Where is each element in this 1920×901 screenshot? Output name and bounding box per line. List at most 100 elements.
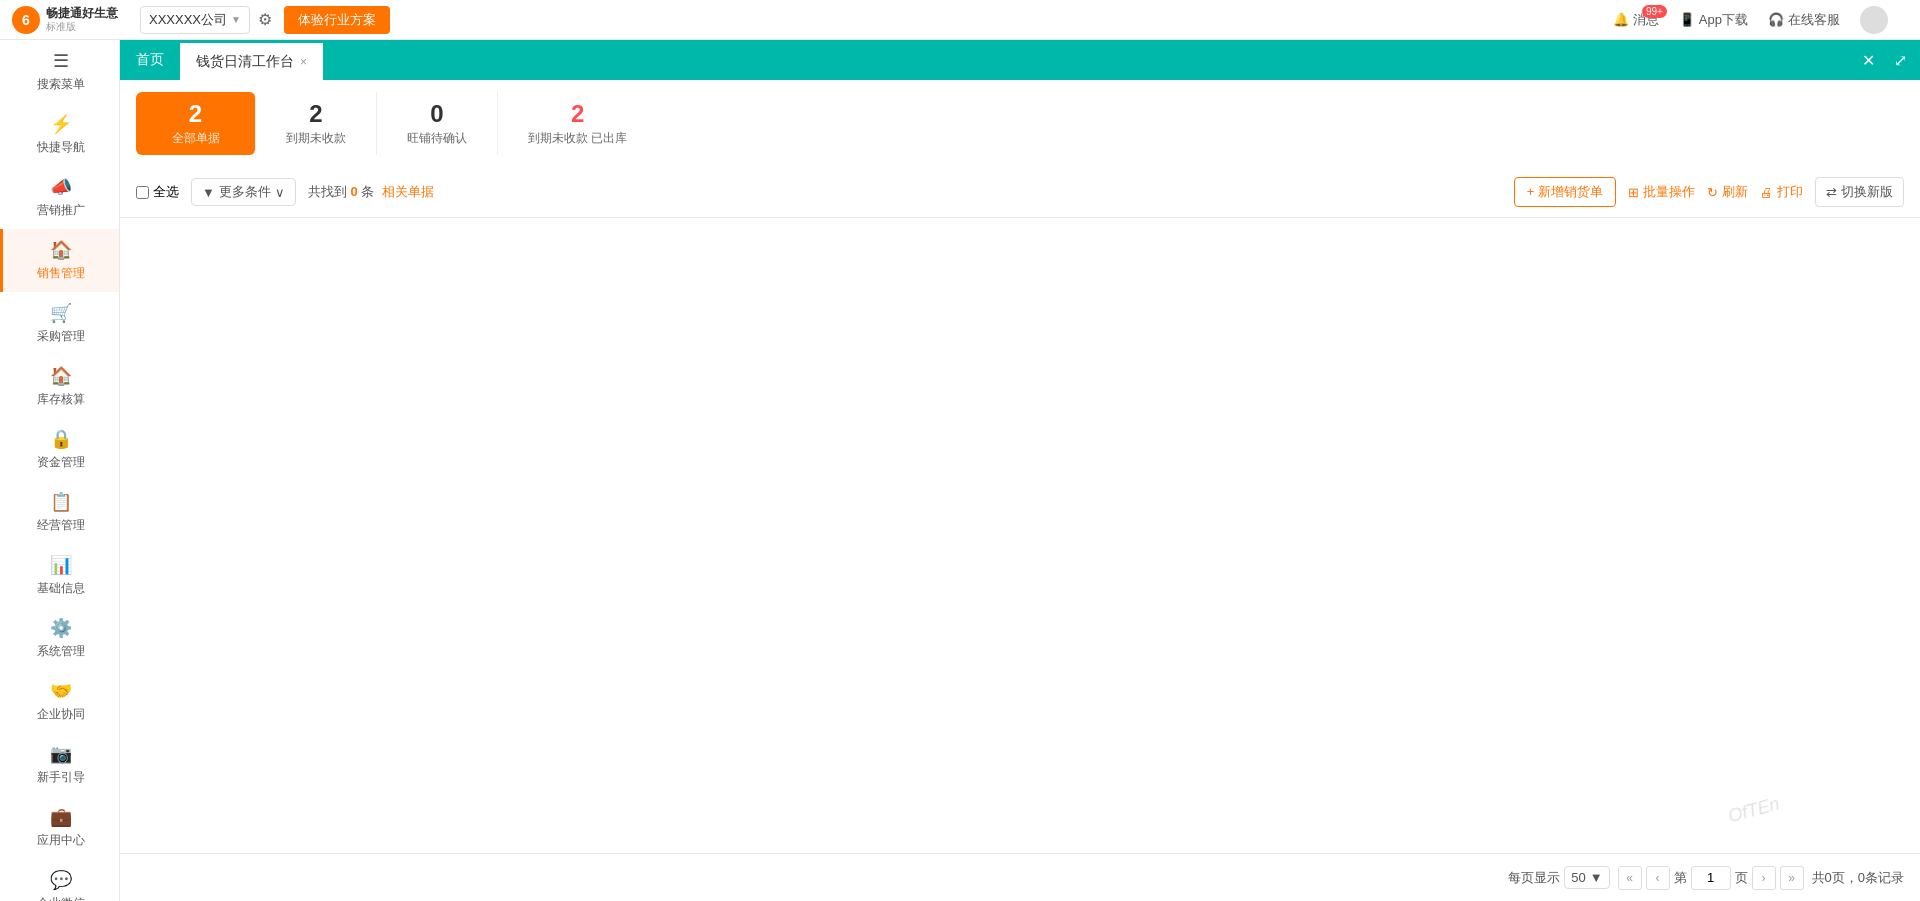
stat-number-pending: 0 [430,100,443,128]
sidebar-item-sales[interactable]: 🏠 销售管理 [0,229,119,292]
main-layout: ☰ 搜索菜单 ⚡ 快捷导航 📣 营销推广 🏠 销售管理 🛒 采购管理 🏠 库存核… [0,40,1920,901]
last-page-button[interactable]: » [1780,866,1804,890]
sidebar-item-search-menu[interactable]: ☰ 搜索菜单 [0,40,119,103]
sidebar-item-guide[interactable]: 📷 新手引导 [0,733,119,796]
purchase-icon: 🛒 [50,302,72,324]
stat-label-all: 全部单据 [172,130,220,147]
select-all-checkbox[interactable]: 全选 [136,183,179,201]
sidebar-item-enterprise[interactable]: 🤝 企业协同 [0,670,119,733]
tab-workbench[interactable]: 钱货日清工作台 × [180,40,323,80]
sidebar-item-label: 企业协同 [37,706,85,723]
stat-card-all[interactable]: 2 全部单据 [136,92,256,155]
avatar[interactable] [1860,6,1888,34]
toolbar-left: 全选 ▼ 更多条件 ∨ 共找到 0 条 相关单据 [136,178,1502,206]
print-button[interactable]: 🖨 打印 [1760,183,1803,201]
sidebar-item-operations[interactable]: 📋 经营管理 [0,481,119,544]
maximize-button[interactable]: ⤢ [1888,48,1912,72]
filter-icon: ▼ [202,185,215,200]
messages-badge: 99+ [1642,5,1667,18]
add-order-button[interactable]: + 新增销货单 [1514,177,1616,207]
sidebar-item-label: 经营管理 [37,517,85,534]
basic-info-icon: 📊 [50,554,72,576]
inventory-icon: 🏠 [50,365,72,387]
toolbar-right: + 新增销货单 ⊞ 批量操作 ↻ 刷新 🖨 打印 ⇄ [1514,177,1904,207]
logo-subtitle: 标准版 [46,21,118,33]
company-selector[interactable]: XXXXXX公司 ▼ [140,6,250,34]
sidebar: ☰ 搜索菜单 ⚡ 快捷导航 📣 营销推广 🏠 销售管理 🛒 采购管理 🏠 库存核… [0,40,120,901]
app-download-button[interactable]: 📱 App下载 [1679,11,1748,29]
top-header: 6 畅捷通好生意 标准版 XXXXXX公司 ▼ ⚙ 体验行业方案 🔔 消息 99… [0,0,1920,40]
sidebar-item-app-center[interactable]: 💼 应用中心 [0,796,119,859]
switch-version-button[interactable]: ⇄ 切换新版 [1815,177,1904,207]
pagination: 每页显示 50 ▼ « ‹ 第 页 › » 共0页，0条记录 [120,853,1920,901]
sidebar-item-label: 销售管理 [37,265,85,282]
next-page-button[interactable]: › [1752,866,1776,890]
stat-label-overdue: 到期未收款 [286,130,346,147]
tab-label: 钱货日清工作台 [196,53,294,71]
finance-icon: 🔒 [50,428,72,450]
operations-icon: 📋 [50,491,72,513]
page-content: 2 全部单据 2 到期未收款 0 旺铺待确认 2 到期未收款 已出库 [120,80,1920,901]
stat-number-all: 2 [189,100,202,128]
stat-number-overdue: 2 [309,100,322,128]
batch-operation-button[interactable]: ⊞ 批量操作 [1628,183,1695,201]
sidebar-item-system[interactable]: ⚙️ 系统管理 [0,607,119,670]
toolbar: 全选 ▼ 更多条件 ∨ 共找到 0 条 相关单据 [120,167,1920,218]
refresh-button[interactable]: ↻ 刷新 [1707,183,1748,201]
sidebar-item-quick-nav[interactable]: ⚡ 快捷导航 [0,103,119,166]
page-size-selector: 每页显示 50 ▼ [1508,866,1609,889]
search-menu-icon: ☰ [53,50,69,72]
sidebar-item-label: 基础信息 [37,580,85,597]
found-text: 共找到 0 条 相关单据 [308,183,434,201]
sidebar-item-enterprise-wechat[interactable]: 💬 企业微信 [0,859,119,901]
messages-button[interactable]: 🔔 消息 99+ [1613,11,1659,29]
sidebar-item-label: 企业微信 [37,895,85,901]
first-page-button[interactable]: « [1618,866,1642,890]
content-area: 首页 钱货日清工作台 × ✕ ⤢ 2 全部单据 2 到期 [120,40,1920,901]
stat-number-overdue-shipped: 2 [571,100,584,128]
online-service-button[interactable]: 🎧 在线客服 [1768,11,1840,29]
trial-button[interactable]: 体验行业方案 [284,6,390,34]
stat-label-overdue-shipped: 到期未收款 已出库 [528,130,627,147]
header-right: 🔔 消息 99+ 📱 App下载 🎧 在线客服 [1613,6,1908,34]
bell-icon: 🔔 [1613,12,1629,27]
sidebar-item-label: 新手引导 [37,769,85,786]
page-size-dropdown[interactable]: 50 ▼ [1564,866,1609,889]
sidebar-item-label: 库存核算 [37,391,85,408]
logo-title: 畅捷通好生意 [46,6,118,20]
checkbox-input[interactable] [136,186,149,199]
sales-icon: 🏠 [50,239,72,261]
settings-icon[interactable]: ⚙ [258,10,272,29]
page-navigation: « ‹ 第 页 › » [1618,866,1804,890]
marketing-icon: 📣 [50,176,72,198]
refresh-icon: ↻ [1707,185,1718,200]
stat-card-overdue-shipped[interactable]: 2 到期未收款 已出库 [498,92,657,155]
sidebar-item-marketing[interactable]: 📣 营销推广 [0,166,119,229]
app-center-icon: 💼 [50,806,72,828]
close-tab-button[interactable]: ✕ [1856,48,1880,72]
logo-area: 6 畅捷通好生意 标准版 [12,6,132,34]
related-orders-link[interactable]: 相关单据 [382,184,434,199]
sidebar-item-label: 营销推广 [37,202,85,219]
stat-card-overdue[interactable]: 2 到期未收款 [256,92,377,155]
sidebar-item-inventory[interactable]: 🏠 库存核算 [0,355,119,418]
sidebar-item-finance[interactable]: 🔒 资金管理 [0,418,119,481]
stat-card-pending[interactable]: 0 旺铺待确认 [377,92,498,155]
service-icon: 🎧 [1768,12,1784,27]
download-icon: 📱 [1679,12,1695,27]
filter-button[interactable]: ▼ 更多条件 ∨ [191,178,296,206]
quick-nav-icon: ⚡ [50,113,72,135]
logo-text: 畅捷通好生意 标准版 [46,6,118,32]
tab-bar: 首页 钱货日清工作台 × ✕ ⤢ [120,40,1920,80]
switch-icon: ⇄ [1826,185,1837,200]
tab-home[interactable]: 首页 [120,40,180,80]
chevron-down-icon: ▼ [231,14,241,25]
enterprise-wechat-icon: 💬 [50,869,72,891]
sidebar-item-purchase[interactable]: 🛒 采购管理 [0,292,119,355]
sidebar-item-basic-info[interactable]: 📊 基础信息 [0,544,119,607]
total-records: 共0页，0条记录 [1812,869,1904,887]
prev-page-button[interactable]: ‹ [1646,866,1670,890]
tab-close-icon[interactable]: × [300,55,307,69]
company-name: XXXXXX公司 [149,11,227,29]
page-number-input[interactable] [1691,866,1731,890]
